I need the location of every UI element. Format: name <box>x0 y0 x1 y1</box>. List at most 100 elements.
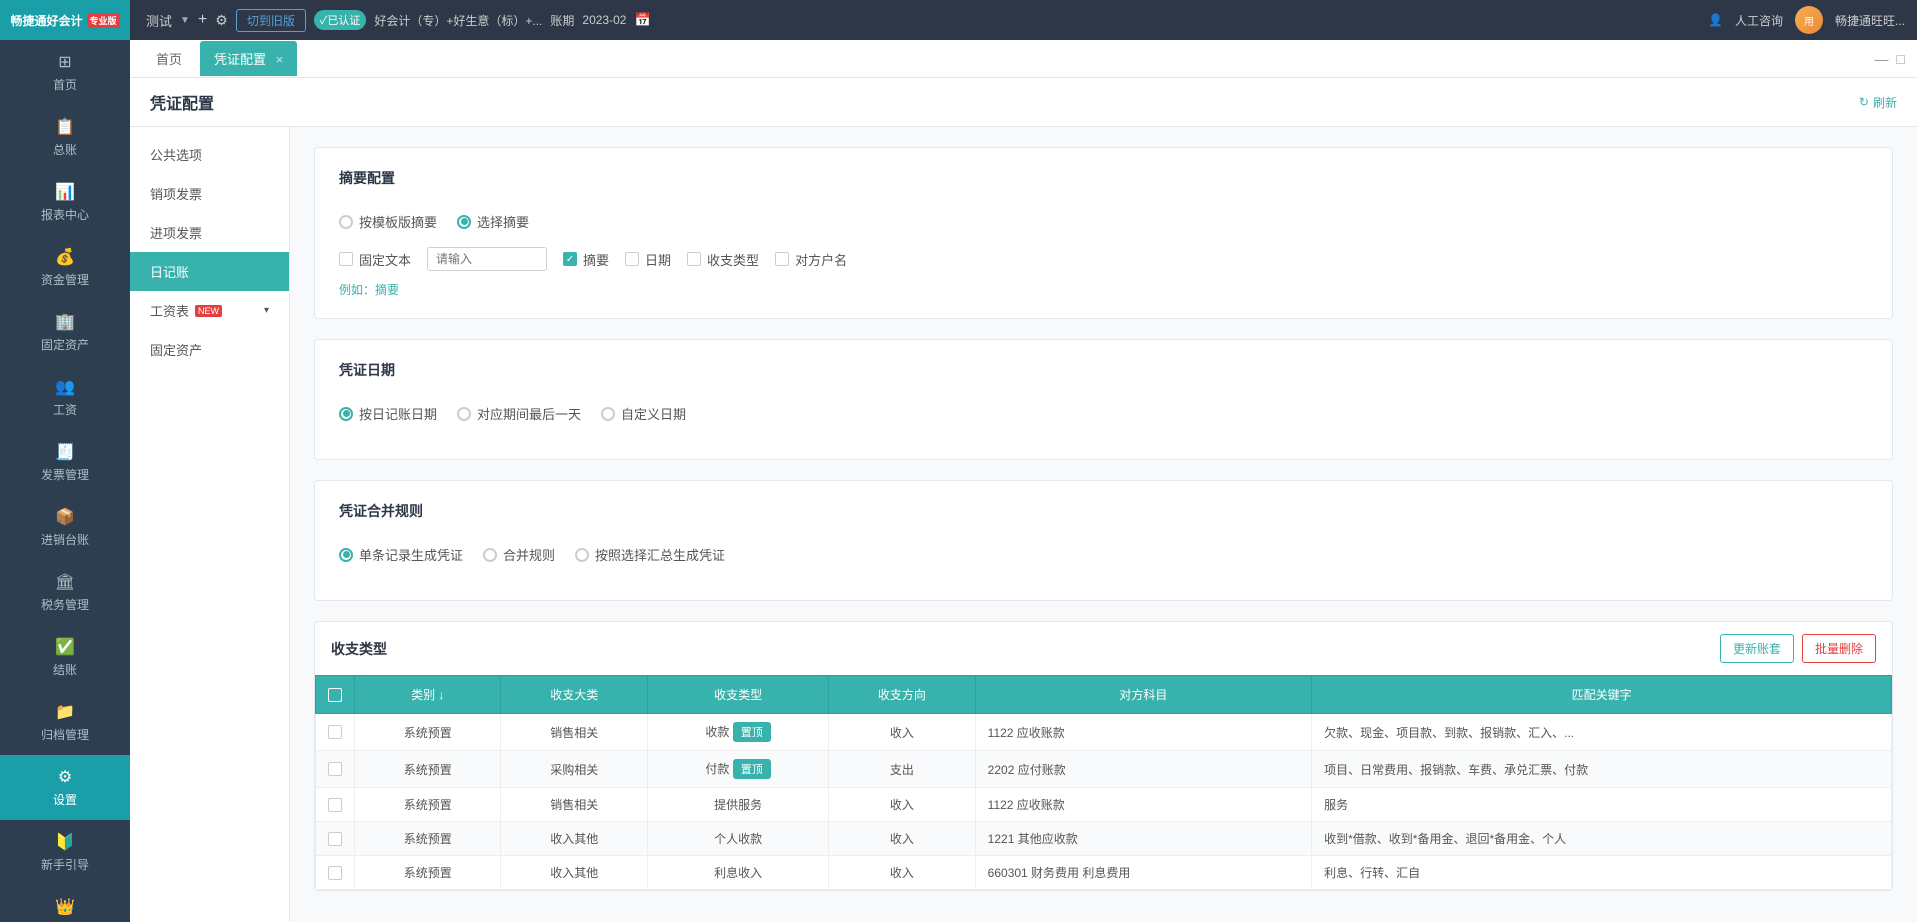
income-type-checkbox[interactable]: 收支类型 <box>687 250 759 269</box>
company-name: 测试 <box>146 11 172 30</box>
radio-period-last-circle <box>457 407 471 421</box>
radio-template[interactable]: 按模板版摘要 <box>339 212 437 231</box>
sidebar-item-archive[interactable]: 📁 归档管理 <box>0 690 130 755</box>
member-icon: 👑 <box>55 897 75 917</box>
period-value: 2023-02 <box>582 13 626 27</box>
refresh-button[interactable]: ↻ 刷新 <box>1859 94 1897 111</box>
sidebar-item-sales-purchase[interactable]: 📦 进销台账 <box>0 495 130 560</box>
td-category-2: 系统预置 <box>355 751 501 788</box>
sidebar-item-fixed-assets[interactable]: 🏢 固定资产 <box>0 300 130 365</box>
switch-version-button[interactable]: 切到旧版 <box>236 9 306 32</box>
left-menu: 公共选项 销项发票 进项发票 日记账 工资表 NEW ▾ <box>130 127 290 922</box>
gear-icon[interactable]: ⚙ <box>215 12 228 29</box>
add-icon[interactable]: + <box>198 11 207 29</box>
invoice-icon: 🧾 <box>55 442 75 462</box>
td-checkbox-3[interactable] <box>316 788 355 822</box>
sidebar-item-reports[interactable]: 📊 报表中心 <box>0 170 130 235</box>
sidebar-item-guide[interactable]: 🔰 新手引导 <box>0 820 130 885</box>
counterparty-checkbox[interactable]: 对方户名 <box>775 250 847 269</box>
sidebar-item-tax[interactable]: 🏛 税务管理 <box>0 560 130 625</box>
fixed-text-checkbox[interactable]: 固定文本 <box>339 250 411 269</box>
left-menu-public[interactable]: 公共选项 <box>130 135 289 174</box>
batch-delete-button[interactable]: 批量删除 <box>1802 634 1876 663</box>
tab-home[interactable]: 首页 <box>142 41 196 76</box>
sidebar-item-payroll[interactable]: 👥 工资 <box>0 365 130 430</box>
radio-custom-date[interactable]: 自定义日期 <box>601 404 686 423</box>
td-counterparty-1: 1122 应收账款 <box>975 714 1311 751</box>
expand-arrow-icon[interactable]: ▾ <box>264 305 269 316</box>
voucher-date-radio-group: 按日记账日期 对应期间最后一天 自定义日期 <box>339 404 1868 423</box>
username[interactable]: 畅捷通旺旺... <box>1835 12 1905 29</box>
sidebar-item-invoice[interactable]: 🧾 发票管理 <box>0 430 130 495</box>
sidebar-item-ledger[interactable]: 📋 总账 <box>0 105 130 170</box>
sidebar-label-payroll: 工资 <box>53 401 77 418</box>
td-major-type-5: 收入其他 <box>501 856 647 890</box>
sales-purchase-icon: 📦 <box>55 507 75 527</box>
radio-merge-rules-circle <box>483 548 497 562</box>
th-major-type: 收支大类 <box>501 676 647 714</box>
summary-checkbox[interactable]: ✓ 摘要 <box>563 250 609 269</box>
summary-checkbox-box: ✓ <box>563 252 577 266</box>
radio-select-summary[interactable]: 按照选择汇总生成凭证 <box>575 545 725 564</box>
tab-voucher-config[interactable]: 凭证配置 × <box>200 41 297 76</box>
fixed-text-input[interactable] <box>427 247 547 271</box>
left-menu-sales-invoice[interactable]: 销项发票 <box>130 174 289 213</box>
radio-single-record[interactable]: 单条记录生成凭证 <box>339 545 463 564</box>
left-menu-payroll[interactable]: 工资表 NEW ▾ <box>130 291 289 330</box>
user-avatar: 用 <box>1795 6 1823 34</box>
td-keyword-1: 欠款、现金、项目款、到款、报销款、汇入、... <box>1312 714 1892 751</box>
radio-journal-date[interactable]: 按日记账日期 <box>339 404 437 423</box>
maximize-icon[interactable]: □ <box>1897 51 1905 67</box>
td-major-type-1: 销售相关 <box>501 714 647 751</box>
td-keyword-3: 服务 <box>1312 788 1892 822</box>
date-checkbox[interactable]: 日期 <box>625 250 671 269</box>
page-title: 凭证配置 <box>150 90 214 114</box>
sidebar-item-funds[interactable]: 💰 资金管理 <box>0 235 130 300</box>
th-checkbox[interactable] <box>316 676 355 714</box>
sidebar-item-settings[interactable]: ⚙ 设置 <box>0 755 130 820</box>
refresh-icon: ↻ <box>1859 95 1869 109</box>
radio-select[interactable]: 选择摘要 <box>457 212 529 231</box>
td-counterparty-4: 1221 其他应收款 <box>975 822 1311 856</box>
income-type-checkbox-box <box>687 252 701 266</box>
left-menu-fixed-assets[interactable]: 固定资产 <box>130 330 289 369</box>
summary-checkbox-row: 固定文本 ✓ 摘要 日期 <box>339 247 1868 271</box>
sidebar-label-invoice: 发票管理 <box>41 466 89 483</box>
date-checkbox-box <box>625 252 639 266</box>
income-expense-section: 收支类型 更新账套 批量删除 <box>314 621 1893 891</box>
tab-close-icon[interactable]: × <box>276 52 284 67</box>
payroll-icon: 👥 <box>55 377 75 397</box>
radio-merge-rules[interactable]: 合并规则 <box>483 545 555 564</box>
sidebar: ⊞ 首页 📋 总账 📊 报表中心 💰 资金管理 🏢 固定资产 👥 工资 🧾 发票… <box>0 40 130 922</box>
sidebar-item-home[interactable]: ⊞ 首页 <box>0 40 130 105</box>
td-checkbox-5[interactable] <box>316 856 355 890</box>
sidebar-label-sales-purchase: 进销台账 <box>41 531 89 548</box>
left-menu-purchase-invoice[interactable]: 进项发票 <box>130 213 289 252</box>
td-checkbox-1[interactable] <box>316 714 355 751</box>
radio-journal-date-circle <box>339 407 353 421</box>
calendar-icon[interactable]: 📅 <box>634 12 650 28</box>
left-menu-journal[interactable]: 日记账 <box>130 252 289 291</box>
table-row: 系统预置 收入其他 个人收款 收入 1221 其他应收款 收到*借款、收到*备用… <box>316 822 1892 856</box>
page-container: 凭证配置 ↻ 刷新 公共选项 销项发票 进项发票 <box>130 78 1917 922</box>
pin-button-2[interactable]: 置顶 <box>733 759 771 779</box>
sidebar-item-member[interactable]: 👑 畅会员 <box>0 885 130 922</box>
radio-select-summary-circle <box>575 548 589 562</box>
home-icon: ⊞ <box>58 52 71 72</box>
archive-icon: 📁 <box>55 702 75 722</box>
period-label: 账期 <box>550 12 574 29</box>
radio-period-last[interactable]: 对应期间最后一天 <box>457 404 581 423</box>
update-account-button[interactable]: 更新账套 <box>1720 634 1794 663</box>
consult-icon: 👤 <box>1708 13 1723 27</box>
company-dropdown-icon[interactable]: ▼ <box>180 15 190 26</box>
table-actions: 更新账套 批量删除 <box>1720 634 1876 663</box>
pin-button-1[interactable]: 置顶 <box>733 722 771 742</box>
td-major-type-4: 收入其他 <box>501 822 647 856</box>
td-checkbox-2[interactable] <box>316 751 355 788</box>
ledger-icon: 📋 <box>55 117 75 137</box>
td-checkbox-4[interactable] <box>316 822 355 856</box>
sidebar-item-closing[interactable]: ✅ 结账 <box>0 625 130 690</box>
minimize-icon[interactable]: — <box>1875 51 1889 67</box>
consult-label[interactable]: 人工咨询 <box>1735 12 1783 29</box>
main-layout: ⊞ 首页 📋 总账 📊 报表中心 💰 资金管理 🏢 固定资产 👥 工资 🧾 发票… <box>0 40 1917 922</box>
